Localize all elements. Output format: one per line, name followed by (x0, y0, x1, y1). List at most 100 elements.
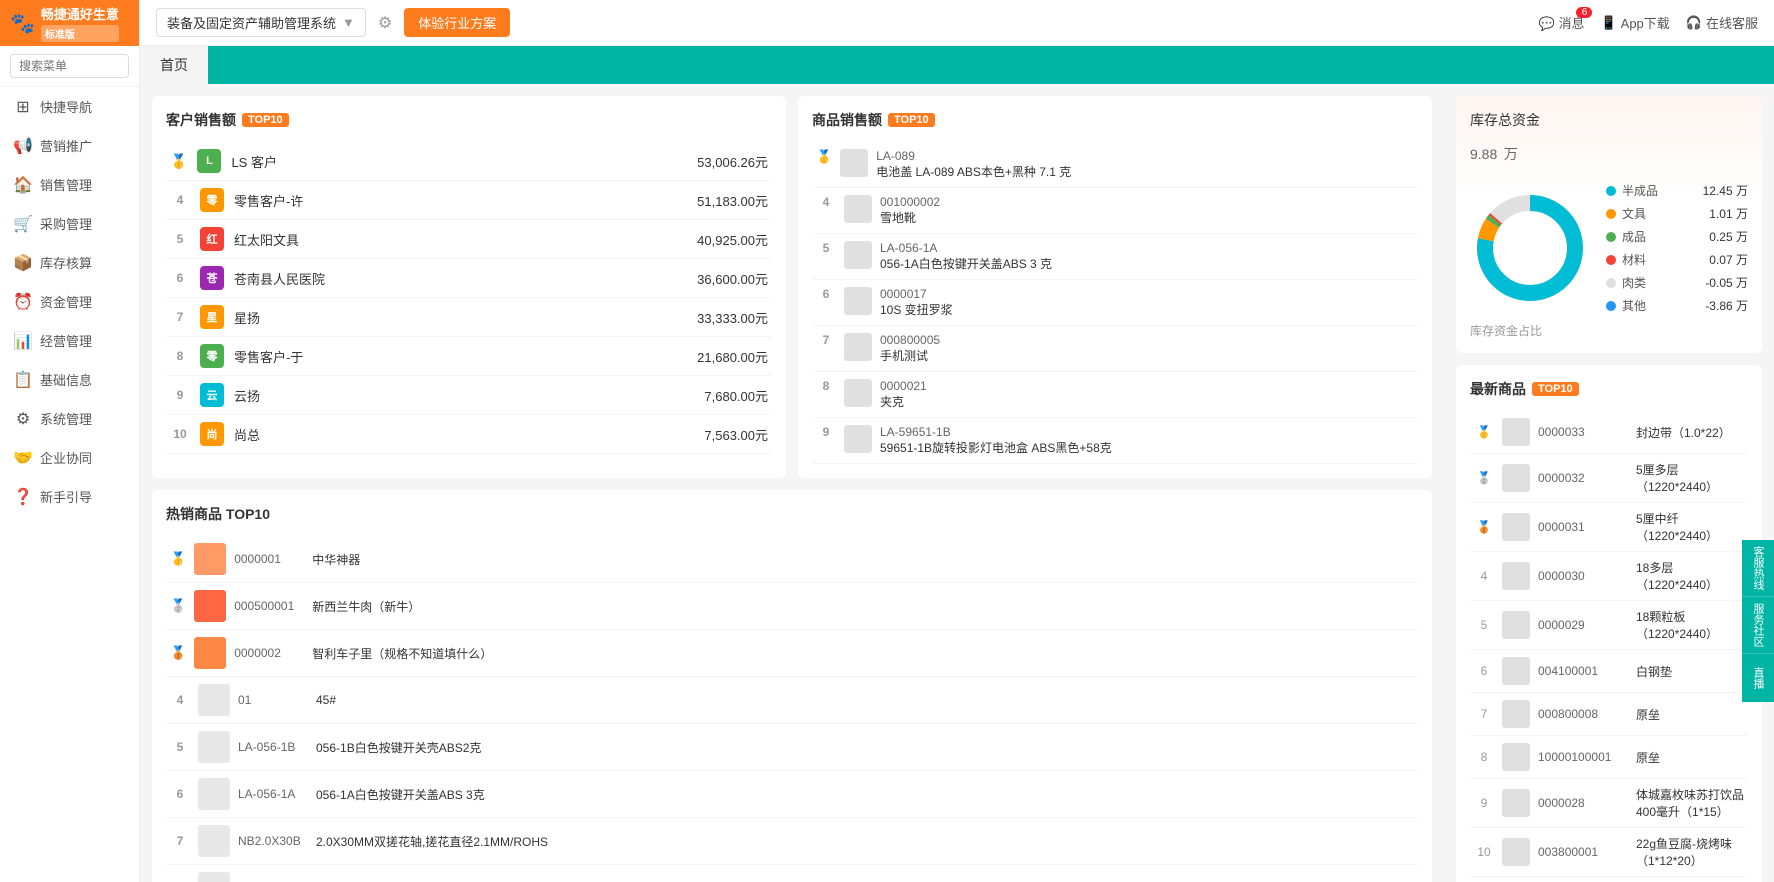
medal-icon: 🥈 (170, 598, 186, 614)
search-input[interactable] (10, 54, 129, 78)
rank-number: 5 (170, 740, 190, 754)
customer-value: 7,563.00元 (704, 425, 768, 444)
sidebar-item-system[interactable]: ⚙ 系统管理 (0, 399, 139, 438)
sidebar-item-home[interactable]: ⊞ 快捷导航 (0, 87, 139, 126)
sidebar-item-purchase[interactable]: 🛒 采购管理 (0, 204, 139, 243)
message-icon: 💬 (1539, 16, 1555, 31)
header-right: 💬 消息 6 📱 App下载 🎧 在线客服 (1539, 13, 1758, 32)
hot-prod-thumb (194, 637, 226, 669)
app-download-link[interactable]: 📱 App下载 (1600, 13, 1669, 32)
content: 客户销售额 TOP10 🥇 L LS 客户 53,006.26元 (140, 84, 1774, 882)
rank-number: 🥇 (1474, 425, 1494, 439)
system-selector[interactable]: 装备及固定资产辅助管理系统 ▼ (156, 8, 366, 37)
rank-number: 10 (170, 427, 190, 441)
product-code: 0000031 (1538, 520, 1628, 534)
customer-name: 星扬 (234, 308, 687, 327)
newest-item: 7 000800008 原垒 (1470, 693, 1748, 736)
sidebar-item-label: 基础信息 (40, 370, 92, 389)
rank-item: 10 尚 尚总 7,563.00元 (166, 415, 772, 454)
sidebar-item-coop[interactable]: 🤝 企业协同 (0, 438, 139, 477)
rank-number: 6 (170, 787, 190, 801)
avatar: 星 (200, 305, 224, 329)
sidebar-item-label: 经营管理 (40, 331, 92, 350)
inventory-icon: 📦 (14, 254, 32, 272)
product-name: 056-1A白色按键开关盖ABS 3 克 (880, 255, 1414, 272)
messages-button[interactable]: 💬 消息 6 (1539, 13, 1585, 32)
float-btn-community[interactable]: 服务社区 (1742, 597, 1774, 654)
sidebar-item-marketing[interactable]: 📢 营销推广 (0, 126, 139, 165)
customer-name: 苍南县人民医院 (234, 269, 687, 288)
product-rank-item: 9 LA-59651-1B 59651-1B旋转投影灯电池盒 ABS黑色+58克 (812, 418, 1418, 464)
product-code: 0000001 (234, 552, 304, 566)
product-code: 001000002 (880, 195, 1414, 209)
main-area: 装备及固定资产辅助管理系统 ▼ ⚙ 体验行业方案 💬 消息 6 📱 App下载 … (140, 0, 1774, 882)
product-code: 000500001 (234, 599, 304, 613)
float-btn-label: 服务社区 (1750, 603, 1766, 647)
product-code: LA-056-1A (880, 241, 1414, 255)
rank-number: 7 (1474, 707, 1494, 721)
logo-icon: 🐾 (10, 11, 35, 36)
product-info: LA-59651-1B 59651-1B旋转投影灯电池盒 ABS黑色+58克 (880, 425, 1414, 456)
newest-item: 10 003800001 22g鱼豆腐-烧烤味（1*12*20） (1470, 828, 1748, 877)
sidebar-item-label: 资金管理 (40, 292, 92, 311)
online-service-link[interactable]: 🎧 在线客服 (1686, 13, 1758, 32)
newest-item: 8 10000100001 原垒 (1470, 736, 1748, 779)
product-name: 2.0X30MM双搓花轴,搓花直径2.1MM/ROHS (316, 833, 1414, 850)
float-btn-label: 客服热线 (1750, 546, 1766, 590)
sidebar-item-label: 新手引导 (40, 487, 92, 506)
product-name: 056-1A白色按键开关盖ABS 3克 (316, 786, 1414, 803)
product-code: 000800005 (880, 333, 1414, 347)
legend-item-chengpin: 成品 0.25 万 (1606, 228, 1748, 245)
legend-value: 12.45 万 (1703, 182, 1748, 199)
newest-products-panel: 最新商品 TOP10 🥇 0000033 封边带（1.0*22） (1456, 365, 1762, 882)
product-thumb (1502, 513, 1530, 541)
float-btn-service[interactable]: 客服热线 (1742, 540, 1774, 597)
left-panels: 客户销售额 TOP10 🥇 L LS 客户 53,006.26元 (140, 84, 1444, 882)
tab-home[interactable]: 首页 (140, 46, 208, 84)
product-info: 0000021 夹克 (880, 379, 1414, 410)
product-code: 10000100001 (1538, 750, 1628, 764)
sidebar-item-sales[interactable]: 🏠 销售管理 (0, 165, 139, 204)
product-code: 0000028 (1538, 796, 1628, 810)
messages-label: 消息 (1558, 16, 1584, 31)
product-code: 004100001 (1538, 664, 1628, 678)
avatar: 零 (200, 188, 224, 212)
customer-name: LS 客户 (231, 152, 687, 171)
legend-dot (1606, 255, 1616, 265)
sidebar-item-operations[interactable]: 📊 经营管理 (0, 321, 139, 360)
sidebar-item-basicinfo[interactable]: 📋 基础信息 (0, 360, 139, 399)
medal-icon: 🥇 (816, 149, 832, 165)
sidebar-item-label: 系统管理 (40, 409, 92, 428)
title-text: 最新商品 (1470, 379, 1526, 399)
inventory-title-text: 库存总资金 (1470, 112, 1540, 128)
finance-icon: ⏰ (14, 293, 32, 311)
sidebar-item-guide[interactable]: ❓ 新手引导 (0, 477, 139, 516)
hot-prod-thumb (198, 684, 230, 716)
float-btn-live[interactable]: 直播 (1742, 654, 1774, 702)
hot-prod-thumb (194, 590, 226, 622)
product-name: 夹克 (880, 393, 1414, 410)
sidebar-item-inventory[interactable]: 📦 库存核算 (0, 243, 139, 282)
float-buttons: 客服热线 服务社区 直播 (1742, 540, 1774, 702)
settings-icon[interactable]: ⚙ (378, 13, 392, 33)
hot-products-list: 🥇 0000001 中华神器 🥈 000500001 新西兰牛肉（新牛） (166, 536, 1418, 882)
legend-dot (1606, 301, 1616, 311)
trial-button[interactable]: 体验行业方案 (404, 8, 510, 37)
product-name: 手机测试 (880, 347, 1414, 364)
rank-number: 6 (1474, 664, 1494, 678)
legend-dot (1606, 209, 1616, 219)
product-name: 59651-1B旋转投影灯电池盒 ABS黑色+58克 (880, 439, 1414, 456)
avatar: 云 (200, 383, 224, 407)
hot-prod-item: 🥈 000500001 新西兰牛肉（新牛） (166, 583, 1418, 630)
hot-prod-item: 🥇 0000001 中华神器 (166, 536, 1418, 583)
rank-number: 4 (816, 195, 836, 209)
newest-products-list: 🥇 0000033 封边带（1.0*22） 🥈 0000032 5厘多层 (1470, 411, 1748, 877)
product-code: LA-59651-1B (880, 425, 1414, 439)
home-icon: ⊞ (14, 98, 32, 116)
rank-item: 9 云 云扬 7,680.00元 (166, 376, 772, 415)
legend-value: 0.25 万 (1709, 228, 1748, 245)
product-name: 056-1B白色按键开关壳ABS2克 (316, 739, 1414, 756)
sidebar-item-finance[interactable]: ⏰ 资金管理 (0, 282, 139, 321)
system-icon: ⚙ (14, 410, 32, 428)
legend-label: 材料 (1622, 251, 1703, 268)
